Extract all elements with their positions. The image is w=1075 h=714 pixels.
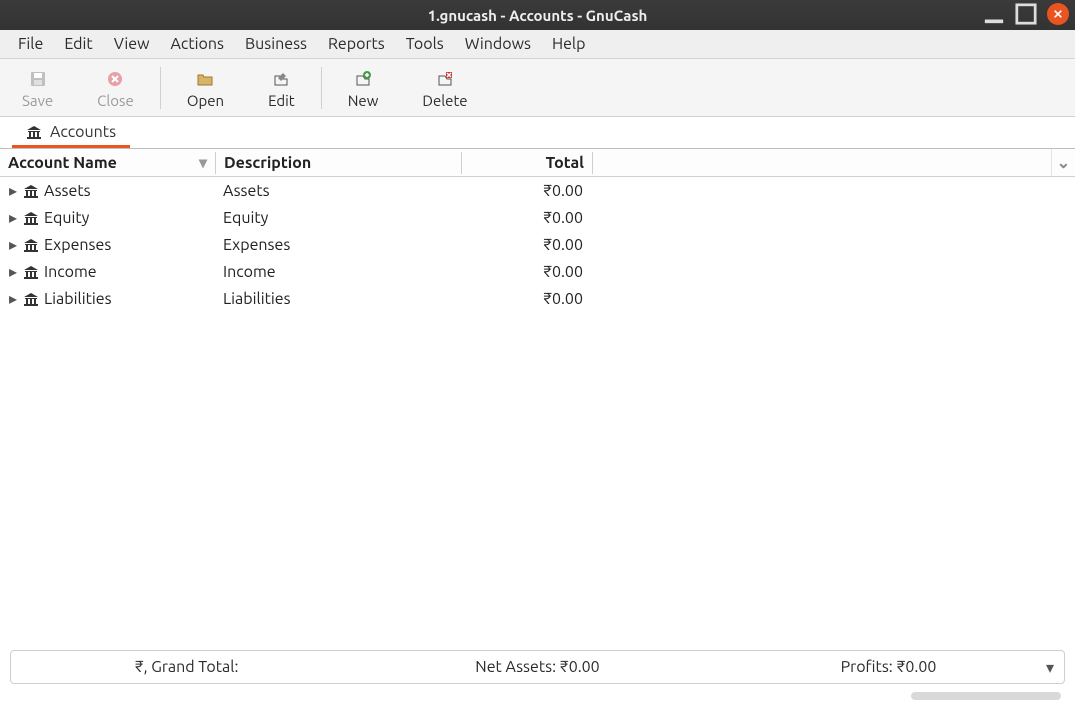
new-icon <box>354 68 372 90</box>
toolbar-delete[interactable]: Delete <box>400 64 489 111</box>
account-total: ₹0.00 <box>460 290 591 308</box>
menu-actions[interactable]: Actions <box>161 32 234 56</box>
scrollbar-thumb[interactable] <box>911 692 1061 700</box>
account-name: Assets <box>42 182 215 200</box>
tabstrip: Accounts <box>0 117 1075 149</box>
accounts-tree: Account Name ▾ Description Total ⌄ ▸ Asse… <box>0 149 1075 642</box>
menu-edit[interactable]: Edit <box>54 32 102 56</box>
save-icon <box>29 68 47 90</box>
summary-net-assets: Net Assets: ₹0.00 <box>362 658 713 676</box>
account-total: ₹0.00 <box>460 182 591 200</box>
column-account-name[interactable]: Account Name ▾ <box>0 153 215 172</box>
toolbar-close-label: Close <box>97 92 134 109</box>
close-window-button[interactable] <box>1047 3 1069 25</box>
window-controls <box>983 3 1069 25</box>
expand-icon[interactable]: ▸ <box>0 208 20 227</box>
close-icon <box>1053 9 1063 19</box>
account-description: Expenses <box>215 236 460 254</box>
bank-icon <box>20 184 42 198</box>
table-header: Account Name ▾ Description Total ⌄ <box>0 149 1075 177</box>
tab-accounts[interactable]: Accounts <box>12 117 130 148</box>
toolbar-separator-2 <box>321 67 322 109</box>
toolbar-save: Save <box>0 64 75 111</box>
tab-accounts-label: Accounts <box>50 123 116 141</box>
minimize-icon <box>983 3 1005 25</box>
column-account-name-label: Account Name <box>8 154 117 172</box>
account-total: ₹0.00 <box>460 263 591 281</box>
toolbar: Save Close Open Edit New Delete <box>0 59 1075 117</box>
account-name: Liabilities <box>42 290 215 308</box>
column-total[interactable]: Total <box>462 154 592 172</box>
expand-icon[interactable]: ▸ <box>0 235 20 254</box>
horizontal-scrollbar[interactable] <box>0 688 1075 706</box>
menubar: File Edit View Actions Business Reports … <box>0 30 1075 59</box>
minimize-button[interactable] <box>983 3 1005 25</box>
toolbar-open[interactable]: Open <box>165 64 246 111</box>
expand-icon[interactable]: ▸ <box>0 181 20 200</box>
expand-icon[interactable]: ▸ <box>0 289 20 308</box>
account-name: Equity <box>42 209 215 227</box>
expand-icon[interactable]: ▸ <box>0 262 20 281</box>
column-chooser[interactable]: ⌄ <box>1051 149 1075 176</box>
summary-grand-total: ₹, Grand Total: <box>11 658 362 676</box>
menu-tools[interactable]: Tools <box>396 32 454 56</box>
menu-windows[interactable]: Windows <box>455 32 541 56</box>
toolbar-close: Close <box>75 64 156 111</box>
menu-reports[interactable]: Reports <box>318 32 395 56</box>
sort-descending-icon: ▾ <box>199 153 207 172</box>
account-name: Income <box>42 263 215 281</box>
bank-icon <box>26 125 42 139</box>
delete-icon <box>436 68 454 90</box>
account-row[interactable]: ▸ExpensesExpenses₹0.00 <box>0 231 1075 258</box>
menu-view[interactable]: View <box>104 32 160 56</box>
toolbar-new-label: New <box>348 92 379 109</box>
account-row[interactable]: ▸LiabilitiesLiabilities₹0.00 <box>0 285 1075 312</box>
account-description: Assets <box>215 182 460 200</box>
accounts-tree-body: ▸AssetsAssets₹0.00▸EquityEquity₹0.00▸Exp… <box>0 177 1075 642</box>
account-row[interactable]: ▸IncomeIncome₹0.00 <box>0 258 1075 285</box>
bank-icon <box>20 211 42 225</box>
menu-business[interactable]: Business <box>235 32 317 56</box>
account-row[interactable]: ▸EquityEquity₹0.00 <box>0 204 1075 231</box>
menu-file[interactable]: File <box>8 32 53 56</box>
account-row[interactable]: ▸AssetsAssets₹0.00 <box>0 177 1075 204</box>
toolbar-separator <box>160 67 161 109</box>
app-window: 1.gnucash - Accounts - GnuCash File Edit… <box>0 0 1075 714</box>
account-description: Income <box>215 263 460 281</box>
account-name: Expenses <box>42 236 215 254</box>
column-description[interactable]: Description <box>216 154 461 172</box>
toolbar-edit-label: Edit <box>268 92 295 109</box>
chevron-down-icon: ▾ <box>1046 658 1054 677</box>
account-total: ₹0.00 <box>460 209 591 227</box>
open-icon <box>196 68 214 90</box>
menu-help[interactable]: Help <box>542 32 596 56</box>
account-description: Liabilities <box>215 290 460 308</box>
bank-icon <box>20 265 42 279</box>
maximize-button[interactable] <box>1015 3 1037 25</box>
toolbar-save-label: Save <box>22 92 53 109</box>
window-title: 1.gnucash - Accounts - GnuCash <box>428 7 648 24</box>
bank-icon <box>20 292 42 306</box>
maximize-icon <box>1015 3 1037 25</box>
bank-icon <box>20 238 42 252</box>
summary-profits: Profits: ₹0.00 <box>713 658 1064 676</box>
toolbar-edit[interactable]: Edit <box>246 64 317 111</box>
edit-icon <box>272 68 290 90</box>
titlebar: 1.gnucash - Accounts - GnuCash <box>0 0 1075 30</box>
account-description: Equity <box>215 209 460 227</box>
summary-bar[interactable]: ₹, Grand Total: Net Assets: ₹0.00 Profit… <box>10 650 1065 684</box>
toolbar-new[interactable]: New <box>326 64 401 111</box>
toolbar-open-label: Open <box>187 92 224 109</box>
account-total: ₹0.00 <box>460 236 591 254</box>
close-doc-icon <box>106 68 124 90</box>
toolbar-delete-label: Delete <box>422 92 467 109</box>
